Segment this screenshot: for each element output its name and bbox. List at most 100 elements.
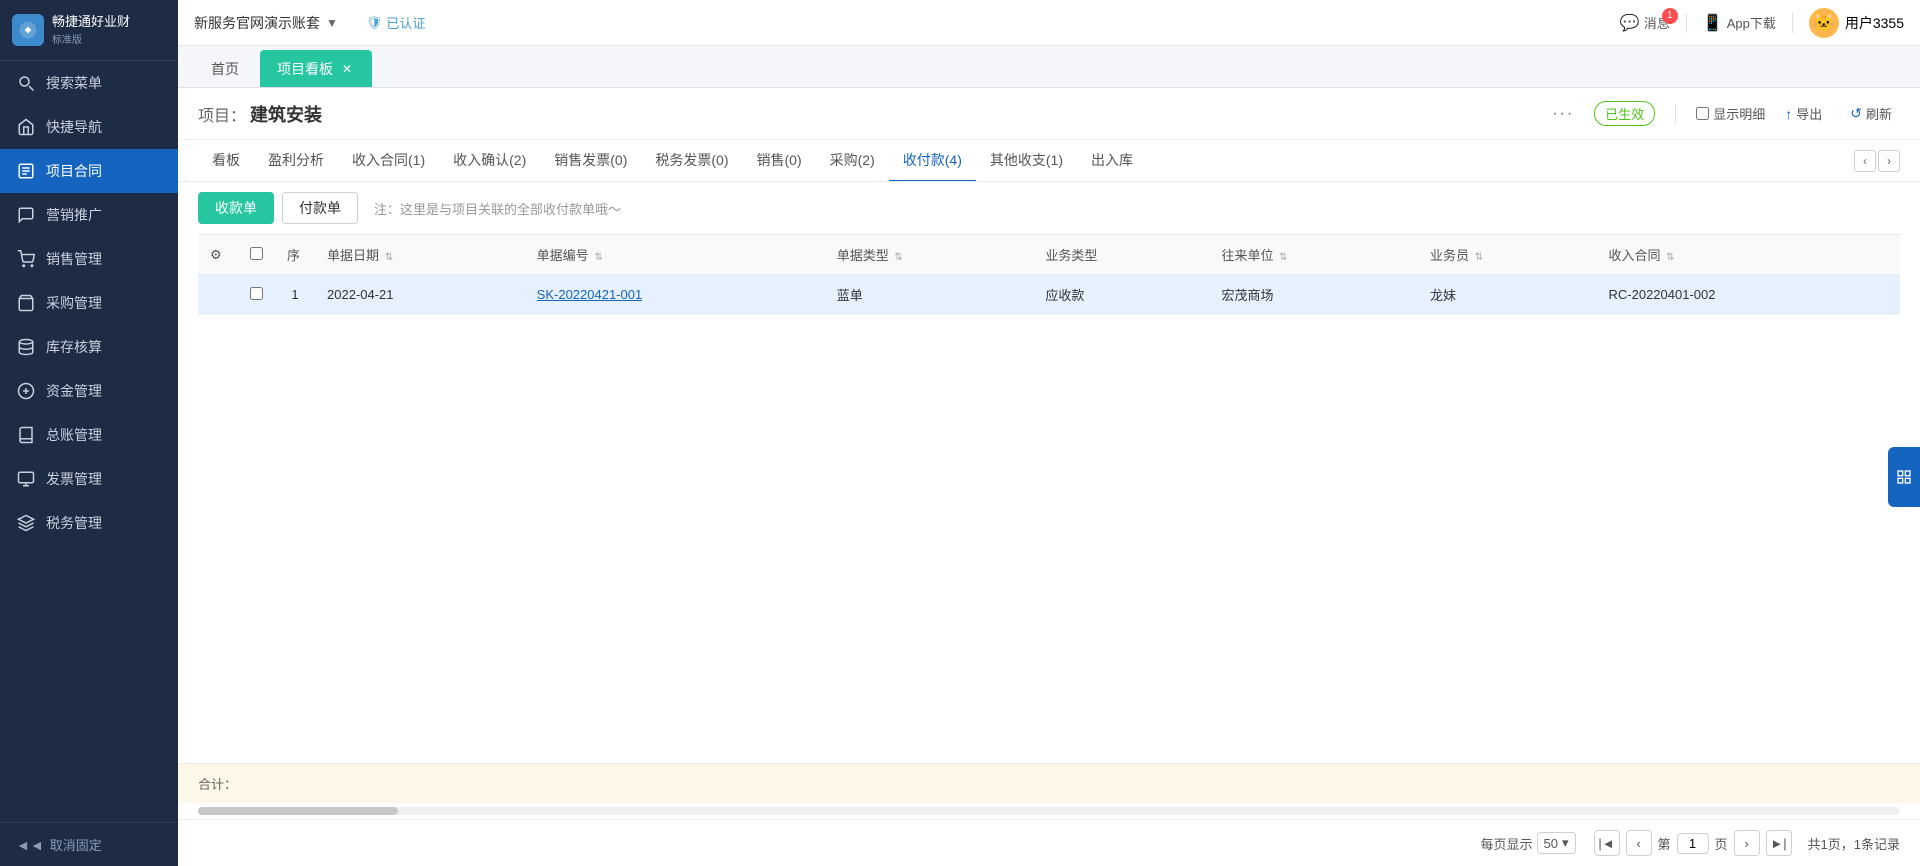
tab-income-confirm[interactable]: 收入确认(2) (439, 140, 540, 182)
sidebar-item-quick-nav[interactable]: 快捷导航 (0, 105, 178, 149)
sidebar-item-ledger-label: 总账管理 (46, 425, 102, 445)
search-icon (16, 73, 36, 93)
sidebar-item-purchase[interactable]: 采购管理 (0, 281, 178, 325)
sidebar-unpin-btn[interactable]: ◄◄ 取消固定 (0, 822, 178, 866)
sum-row: 合计： (178, 763, 1920, 803)
tab-sales[interactable]: 销售(0) (743, 140, 816, 182)
col-date[interactable]: 单据日期 ⇅ (315, 235, 525, 275)
page-total: 共1页，1条记录 (1808, 834, 1900, 853)
nav-tabs: 看板 盈利分析 收入合同(1) 收入确认(2) 销售发票(0) 税务发票(0) … (178, 140, 1920, 182)
message-icon: 💬 (1620, 13, 1640, 33)
tab-income-contract[interactable]: 收入合同(1) (338, 140, 439, 182)
sidebar-item-marketing-label: 营销推广 (46, 205, 102, 225)
demo-account-selector[interactable]: 新服务官网演示账套 ▼ (194, 13, 338, 33)
topbar: 新服务官网演示账套 ▼ 🛡 已认证 💬 消息 1 📱 App下载 🐱 用 (178, 0, 1920, 46)
sidebar-item-project-contract[interactable]: 项目合同 (0, 149, 178, 193)
tab-profit[interactable]: 盈利分析 (254, 140, 338, 182)
ledger-icon (16, 425, 36, 445)
col-settings[interactable]: ⚙ (198, 235, 238, 275)
sub-tab-collection[interactable]: 收款单 (198, 192, 274, 224)
sidebar-item-marketing[interactable]: 营销推广 (0, 193, 178, 237)
sidebar-item-fund[interactable]: 资金管理 (0, 369, 178, 413)
export-btn[interactable]: ↑ 导出 (1777, 100, 1830, 127)
row-biz-type: 应收款 (1033, 275, 1209, 315)
tab-kanban[interactable]: 看板 (198, 140, 254, 182)
divider (1686, 13, 1687, 33)
row-check[interactable] (238, 275, 275, 315)
nav-next-arrow[interactable]: › (1878, 150, 1900, 172)
tab-collection[interactable]: 收付款(4) (889, 140, 976, 182)
table-wrapper: ⚙ 序 单据日期 ⇅ 单据编号 ⇅ (178, 234, 1920, 763)
tab-sales-invoice[interactable]: 销售发票(0) (540, 140, 641, 182)
sidebar-item-sales[interactable]: 销售管理 (0, 237, 178, 281)
refresh-btn[interactable]: ↺ 刷新 (1842, 100, 1900, 127)
horizontal-scrollbar[interactable] (178, 803, 1920, 819)
purchase-icon (16, 293, 36, 313)
tab-purchase[interactable]: 采购(2) (816, 140, 889, 182)
fund-icon (16, 381, 36, 401)
sidebar-item-invoice[interactable]: 发票管理 (0, 457, 178, 501)
more-options-btn[interactable]: ··· (1544, 103, 1582, 125)
sub-tab-payment[interactable]: 付款单 (282, 192, 358, 224)
select-all-checkbox[interactable] (250, 247, 263, 260)
scrollbar-thumb[interactable] (198, 807, 398, 815)
page-title: 项目：建筑安装 (198, 101, 1544, 127)
sidebar-item-search-label: 搜索菜单 (46, 73, 102, 93)
sidebar-item-tax[interactable]: 税务管理 (0, 501, 178, 545)
row-num: 1 (275, 275, 315, 315)
sidebar-item-inventory-label: 库存核算 (46, 337, 102, 357)
chevron-down-icon: ▼ (326, 16, 338, 30)
title-prefix: 项目： (198, 108, 246, 125)
sidebar-item-ledger[interactable]: 总账管理 (0, 413, 178, 457)
show-detail-checkbox[interactable] (1696, 107, 1709, 120)
row-date: 2022-04-21 (315, 275, 525, 315)
col-salesman[interactable]: 业务员 ⇅ (1418, 235, 1596, 275)
sidebar-item-invoice-label: 发票管理 (46, 469, 102, 489)
tab-home[interactable]: 首页 (194, 50, 256, 87)
col-code[interactable]: 单据编号 ⇅ (525, 235, 825, 275)
table-row[interactable]: 1 2022-04-21 SK-20220421-001 蓝单 应收款 宏茂商场… (198, 275, 1900, 315)
tab-other-expense[interactable]: 其他收支(1) (976, 140, 1077, 182)
row-checkbox[interactable] (250, 287, 263, 300)
page-number-input[interactable] (1677, 833, 1709, 854)
show-detail-checkbox-label[interactable]: 显示明细 (1696, 104, 1765, 123)
last-page-btn[interactable]: ►| (1766, 830, 1792, 856)
content-area: 项目：建筑安装 ··· 已生效 显示明细 ↑ 导出 ↺ 刷新 (178, 88, 1920, 866)
tab-project-board[interactable]: 项目看板 ✕ (260, 50, 372, 87)
sidebar-item-inventory[interactable]: 库存核算 (0, 325, 178, 369)
tab-close-btn[interactable]: ✕ (339, 62, 355, 76)
row-salesman: 龙妹 (1418, 275, 1596, 315)
inventory-icon (16, 337, 36, 357)
nav-prev-arrow[interactable]: ‹ (1854, 150, 1876, 172)
right-float-btn[interactable] (1888, 447, 1920, 507)
page-size-selector: 每页显示 50 ▾ (1480, 832, 1575, 854)
tab-inout[interactable]: 出入库 (1077, 140, 1147, 182)
sidebar-item-search[interactable]: 搜索菜单 (0, 61, 178, 105)
row-code[interactable]: SK-20220421-001 (525, 275, 825, 315)
verified-badge: 🛡 已认证 (366, 13, 426, 32)
scrollbar-track[interactable] (198, 807, 1900, 815)
first-page-btn[interactable]: |◄ (1594, 830, 1620, 856)
sort-icon-type: ⇅ (894, 252, 902, 263)
data-table: ⚙ 序 单据日期 ⇅ 单据编号 ⇅ (198, 234, 1900, 315)
sidebar-header: 畅捷通好业财 标准版 (0, 0, 178, 61)
chevron-down-icon: ▾ (1562, 835, 1569, 851)
user-menu[interactable]: 🐱 用户3355 (1809, 8, 1904, 38)
page-size-select-box[interactable]: 50 ▾ (1537, 832, 1576, 854)
col-income-contract[interactable]: 收入合同 ⇅ (1597, 235, 1901, 275)
message-badge: 1 (1662, 8, 1678, 24)
export-icon: ↑ (1785, 106, 1792, 122)
message-btn[interactable]: 💬 消息 1 (1620, 13, 1670, 33)
home-icon (16, 117, 36, 137)
invoice-icon (16, 469, 36, 489)
app-download-btn[interactable]: 📱 App下载 (1703, 13, 1776, 33)
col-partner[interactable]: 往来单位 ⇅ (1209, 235, 1418, 275)
next-page-btn[interactable]: › (1734, 830, 1760, 856)
sidebar-item-tax-label: 税务管理 (46, 513, 102, 533)
prev-page-btn[interactable]: ‹ (1626, 830, 1652, 856)
sales-icon (16, 249, 36, 269)
tab-tax-invoice[interactable]: 税务发票(0) (641, 140, 742, 182)
row-partner: 宏茂商场 (1209, 275, 1418, 315)
col-biz-type: 业务类型 (1033, 235, 1209, 275)
col-type[interactable]: 单据类型 ⇅ (825, 235, 1034, 275)
